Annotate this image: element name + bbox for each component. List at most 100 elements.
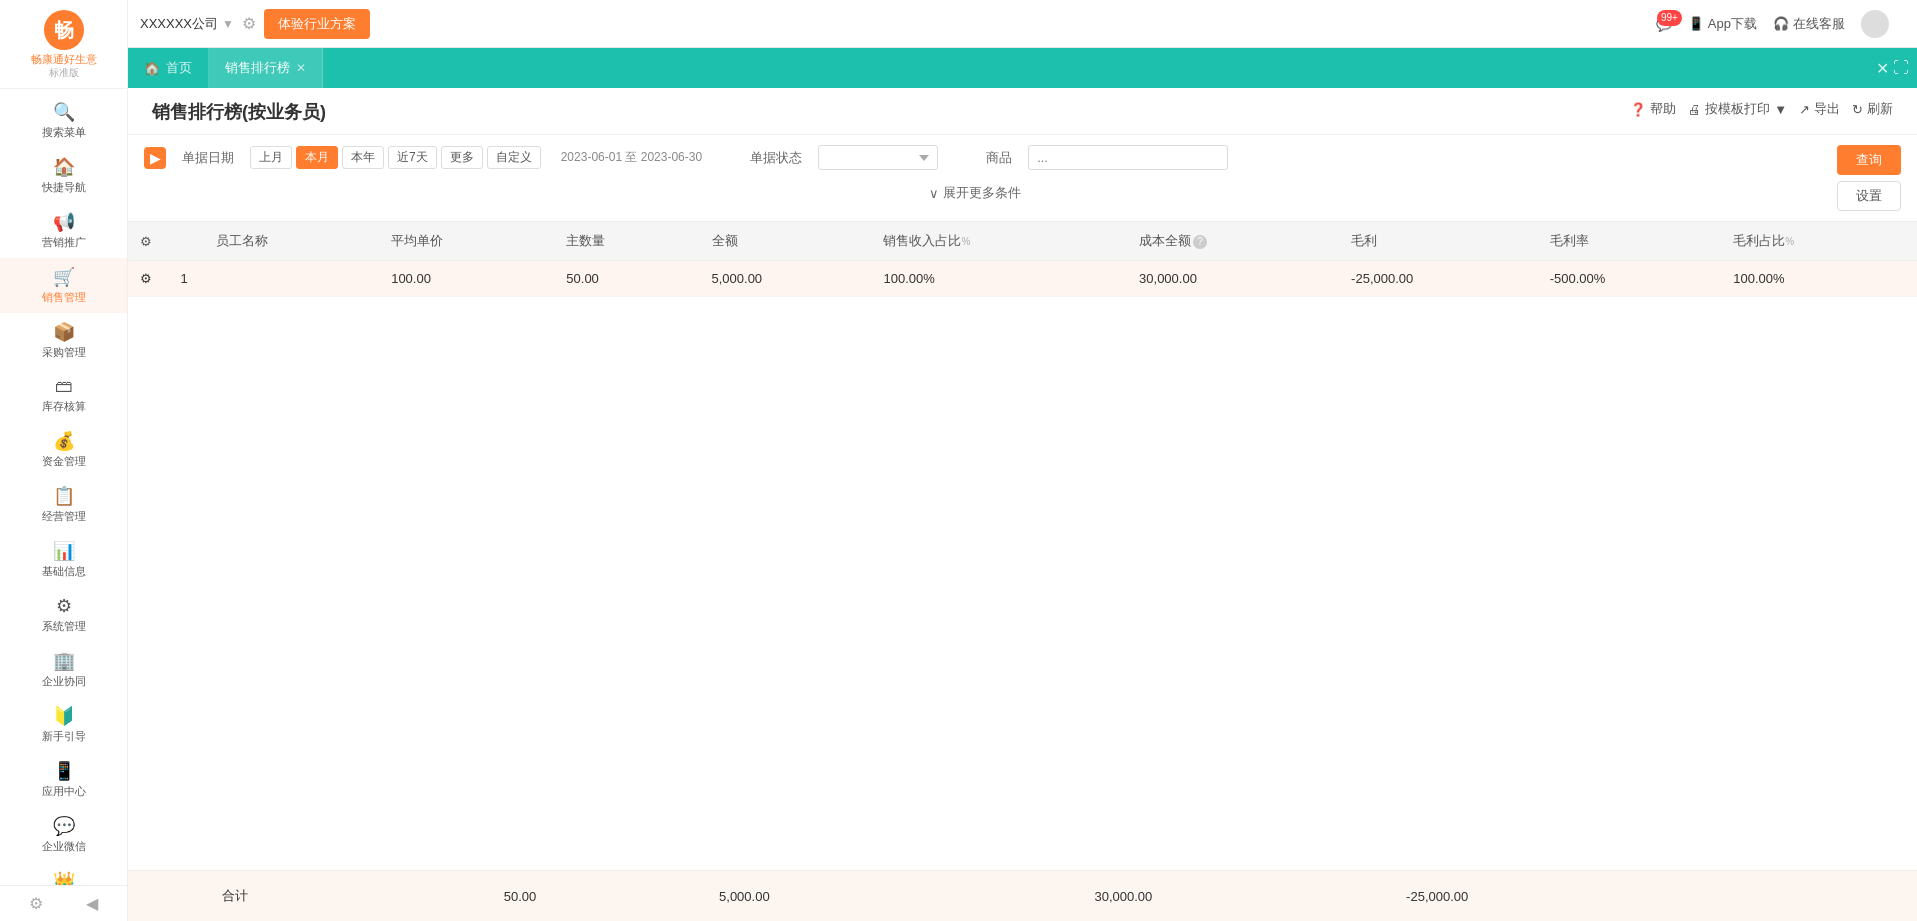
footer-total-table: 合计 50.00 5,000.00 30,000.00 -25,000.00 [140, 881, 1905, 911]
main-area: XXXXXX公司 ▼ ⚙ 体验行业方案 💬 99+ 📱 App下载 🎧 在线客服 [128, 0, 1917, 921]
online-service-label: 在线客服 [1793, 15, 1845, 33]
sidebar-settings-icon[interactable]: ⚙ [29, 894, 43, 913]
goods-filter-label: 商品 [986, 149, 1012, 167]
sidebar-quick-nav-label: 快捷导航 [42, 180, 86, 195]
goods-input[interactable] [1028, 145, 1228, 170]
sidebar-system-icon: ⚙ [56, 595, 72, 617]
sidebar-item-appstore[interactable]: 📱 应用中心 [0, 752, 127, 807]
footer-qty: 50.00 [492, 881, 707, 911]
date-curr-btn[interactable]: 本月 [296, 146, 338, 169]
date-buttons: 上月 本月 本年 近7天 更多 自定义 [250, 146, 541, 169]
tab-sales-rank-label: 销售排行榜 [225, 59, 290, 77]
trial-button[interactable]: 体验行业方案 [264, 9, 370, 39]
sidebar-guide-icon: 🔰 [53, 705, 75, 727]
sidebar-item-inventory[interactable]: 🗃 库存核算 [0, 368, 127, 422]
sidebar-item-purchase[interactable]: 📦 采购管理 [0, 313, 127, 368]
sidebar-basics-icon: 📊 [53, 540, 75, 562]
tabbar: 🏠 首页 销售排行榜 ✕ ✕ ⛶ [128, 48, 1917, 88]
page-title: 销售排行榜(按业务员) [152, 100, 326, 124]
profit-pct-icon: % [1785, 236, 1794, 247]
col-profit-pct-header: 毛利占比% [1721, 222, 1917, 261]
help-btn[interactable]: ❓ 帮助 [1630, 100, 1676, 118]
sidebar: 畅 畅康通好生意 标准版 🔍 搜索菜单 🏠 快捷导航 📢 营销推广 🛒 销售管理… [0, 0, 128, 921]
date-custom-btn[interactable]: 自定义 [487, 146, 541, 169]
sidebar-appstore-label: 应用中心 [42, 784, 86, 799]
row-profit-rate: -500.00% [1538, 261, 1722, 297]
sidebar-item-basics[interactable]: 📊 基础信息 [0, 532, 127, 587]
sidebar-item-quick-nav[interactable]: 🏠 快捷导航 [0, 148, 127, 203]
sidebar-item-search[interactable]: 🔍 搜索菜单 [0, 93, 127, 148]
sidebar-item-enterprise[interactable]: 🏢 企业协同 [0, 642, 127, 697]
filter-toggle-btn[interactable]: ▶ [144, 147, 166, 169]
sidebar-item-guide[interactable]: 🔰 新手引导 [0, 697, 127, 752]
footer-profit: -25,000.00 [1394, 881, 1722, 911]
refresh-label: 刷新 [1867, 100, 1893, 118]
app-download-btn[interactable]: 📱 App下载 [1688, 15, 1757, 33]
app-logo-text: 畅康通好生意 [31, 52, 97, 66]
col-settings-header[interactable]: ⚙ [128, 222, 164, 261]
query-btn[interactable]: 查询 [1837, 145, 1901, 175]
sidebar-purchase-label: 采购管理 [42, 345, 86, 360]
row-name [204, 261, 379, 297]
tab-sales-rank[interactable]: 销售排行榜 ✕ [209, 48, 323, 88]
phone-icon: 📱 [1688, 16, 1704, 31]
date-more-btn[interactable]: 更多 [441, 146, 483, 169]
tab-close-icon[interactable]: ✕ [296, 61, 306, 75]
sidebar-item-marketing[interactable]: 📢 营销推广 [0, 203, 127, 258]
row-settings[interactable]: ⚙ [128, 261, 164, 297]
user-avatar[interactable] [1861, 10, 1889, 38]
sidebar-item-system[interactable]: ⚙ 系统管理 [0, 587, 127, 642]
row-sales-pct: 100.00% [871, 261, 1127, 297]
export-btn[interactable]: ↗ 导出 [1799, 100, 1840, 118]
tab-home[interactable]: 🏠 首页 [128, 48, 209, 88]
window-close-btn[interactable]: ✕ [1876, 59, 1889, 78]
sidebar-item-operations[interactable]: 📋 经营管理 [0, 477, 127, 532]
sidebar-item-finance[interactable]: 💰 资金管理 [0, 422, 127, 477]
tabbar-actions: ✕ ⛶ [1868, 48, 1917, 88]
footer-total-label: 合计 [210, 881, 400, 911]
footer-total-row: 合计 50.00 5,000.00 30,000.00 -25,000.00 [140, 881, 1905, 911]
content-area: 销售排行榜(按业务员) ❓ 帮助 🖨 按模板打印 ▼ ↗ 导出 [128, 88, 1917, 921]
row-rank: 1 [164, 261, 204, 297]
cost-info-icon[interactable]: ? [1193, 235, 1207, 249]
print-chevron-icon: ▼ [1774, 102, 1787, 117]
company-selector[interactable]: XXXXXX公司 ▼ [140, 15, 234, 33]
sidebar-collapse-icon[interactable]: ◀ [86, 894, 98, 913]
sidebar-wechat-label: 企业微信 [42, 839, 86, 854]
window-expand-btn[interactable]: ⛶ [1893, 59, 1909, 77]
sales-pct-icon: % [961, 236, 970, 247]
template-print-btn[interactable]: 🖨 按模板打印 ▼ [1688, 100, 1787, 118]
message-icon-btn[interactable]: 💬 99+ [1656, 16, 1672, 32]
date-prev-btn[interactable]: 上月 [250, 146, 292, 169]
app-download-label: App下载 [1708, 15, 1757, 33]
topbar-settings-icon[interactable]: ⚙ [242, 14, 256, 33]
sidebar-item-member[interactable]: 👑 畅会员 [0, 862, 127, 885]
date-filter-label: 单据日期 [182, 149, 234, 167]
filter-row-1: ▶ 单据日期 上月 本月 本年 近7天 更多 自定义 2023-06-01 至 … [144, 145, 1805, 170]
sidebar-finance-icon: 💰 [53, 430, 75, 452]
sidebar-sales-icon: 🛒 [53, 266, 75, 288]
sidebar-search-icon: 🔍 [53, 101, 75, 123]
headset-icon: 🎧 [1773, 16, 1789, 31]
sidebar-enterprise-label: 企业协同 [42, 674, 86, 689]
settings-btn[interactable]: 设置 [1837, 181, 1901, 211]
col-profit-header: 毛利 [1339, 222, 1538, 261]
refresh-btn[interactable]: ↻ 刷新 [1852, 100, 1893, 118]
topbar: XXXXXX公司 ▼ ⚙ 体验行业方案 💬 99+ 📱 App下载 🎧 在线客服 [128, 0, 1917, 48]
date-year-btn[interactable]: 本年 [342, 146, 384, 169]
sidebar-operations-icon: 📋 [53, 485, 75, 507]
footer-avg-price [400, 881, 491, 911]
expand-btn[interactable]: ∨ 展开更多条件 [929, 184, 1021, 202]
status-select[interactable] [818, 145, 938, 170]
sidebar-purchase-icon: 📦 [53, 321, 75, 343]
footer-sales-pct [991, 881, 1082, 911]
sidebar-marketing-icon: 📢 [53, 211, 75, 233]
online-service-btn[interactable]: 🎧 在线客服 [1773, 15, 1845, 33]
date-7d-btn[interactable]: 近7天 [388, 146, 437, 169]
sidebar-finance-label: 资金管理 [42, 454, 86, 469]
template-print-label: 按模板打印 [1705, 100, 1770, 118]
sidebar-item-wechat[interactable]: 💬 企业微信 [0, 807, 127, 862]
sidebar-item-sales[interactable]: 🛒 销售管理 [0, 258, 127, 313]
tab-home-label: 首页 [166, 59, 192, 77]
col-amount-header: 全额 [700, 222, 872, 261]
